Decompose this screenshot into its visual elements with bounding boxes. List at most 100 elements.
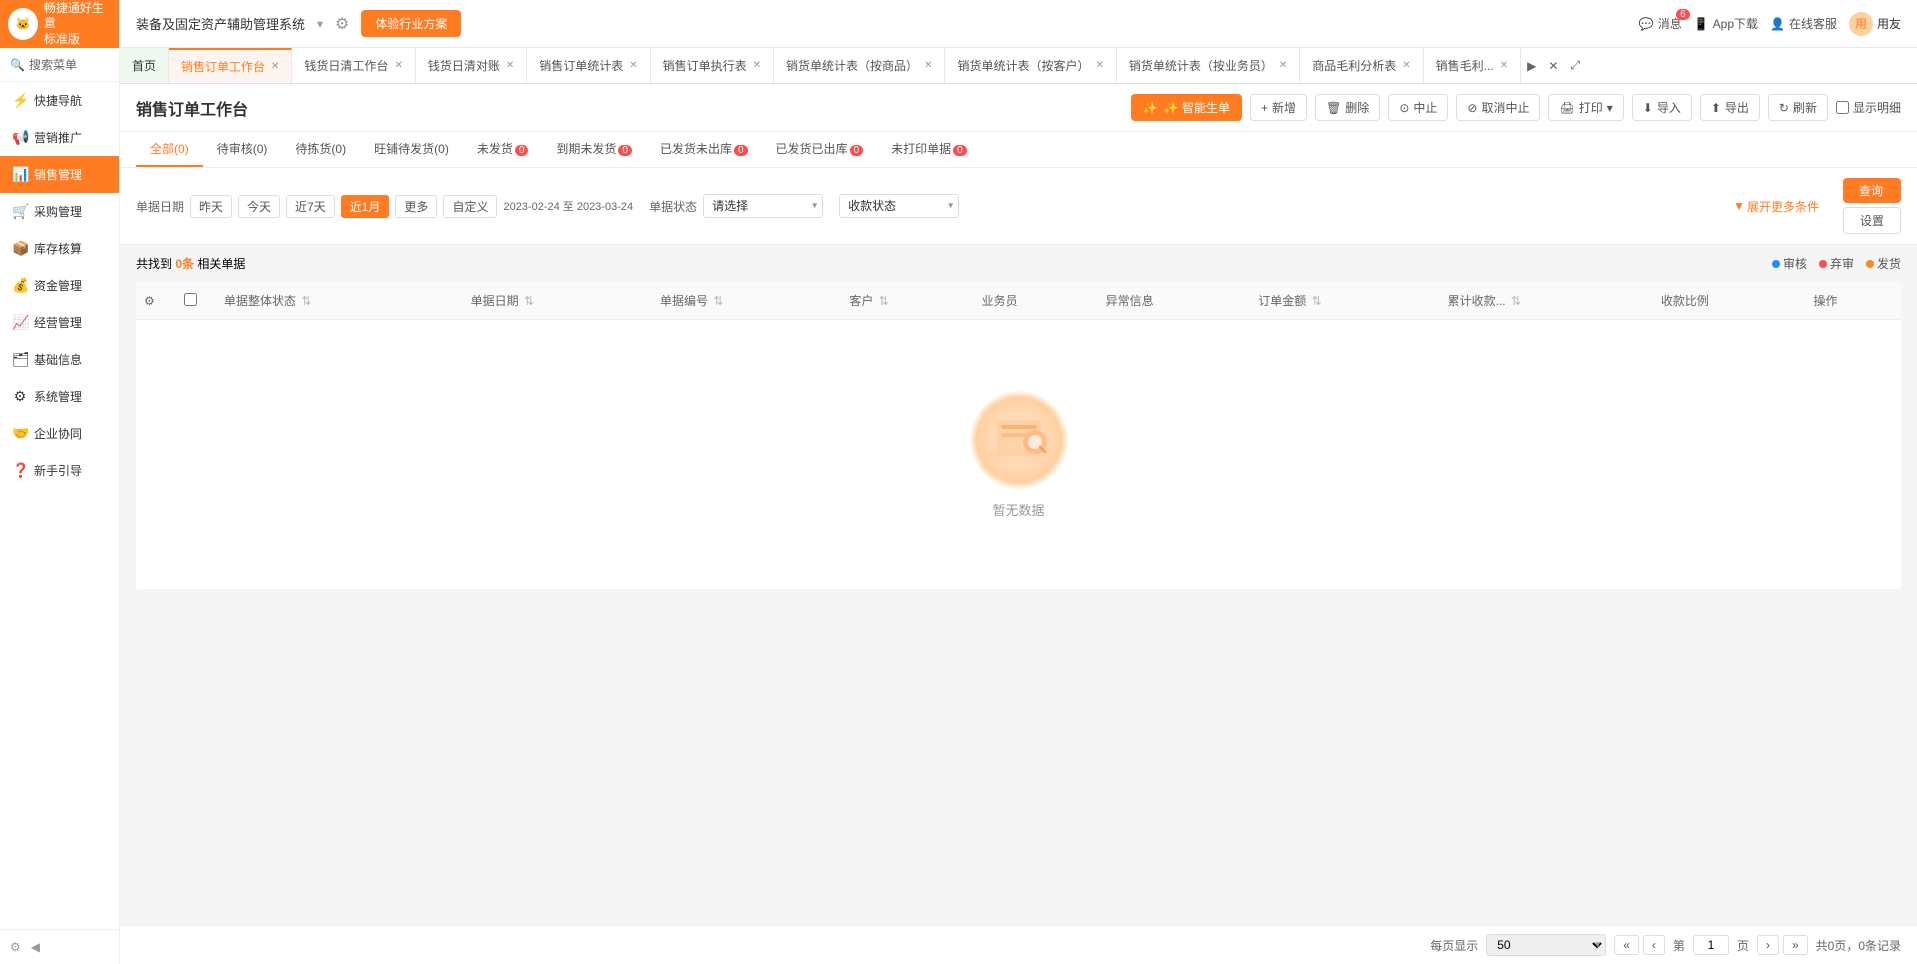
sidebar-item-enterprise[interactable]: 🤝 企业协同 — [0, 415, 119, 452]
sub-tab-not-shipped[interactable]: 未发货0 — [463, 132, 543, 167]
date-today-btn[interactable]: 今天 — [238, 195, 280, 218]
delete-button[interactable]: 🗑 删除 — [1315, 94, 1380, 121]
tab-close-sales-workbench[interactable]: ✕ — [271, 61, 279, 72]
select-all-checkbox[interactable] — [184, 293, 197, 306]
date-custom-btn[interactable]: 自定义 — [443, 195, 497, 218]
tab-gross-margin[interactable]: 商品毛利分析表 ✕ — [1300, 48, 1423, 84]
user-menu[interactable]: 用 用友 — [1849, 12, 1901, 36]
import-button[interactable]: ⬇ 导入 — [1632, 94, 1692, 121]
tab-close-cash-daily[interactable]: ✕ — [394, 60, 402, 71]
sidebar-item-marketing[interactable]: 📢 营销推广 — [0, 119, 119, 156]
th-customer[interactable]: 客户 ⇅ — [841, 282, 973, 320]
last-page-button[interactable]: » — [1783, 935, 1808, 955]
export-button[interactable]: ⬆ 导出 — [1700, 94, 1760, 121]
sidebar-item-guide[interactable]: ❓ 新手引导 — [0, 452, 119, 489]
settings-bottom-icon[interactable]: ⚙ — [10, 940, 21, 954]
tab-close-sales-product[interactable]: ✕ — [924, 60, 932, 71]
th-date[interactable]: 单据日期 ⇅ — [463, 282, 652, 320]
th-exception[interactable]: 异常信息 — [1098, 282, 1251, 320]
sub-tab-pending-inspect[interactable]: 待拣货(0) — [281, 132, 360, 167]
tabs-expand[interactable]: ⤢ — [1564, 58, 1586, 73]
sidebar-item-finance[interactable]: 💰 资金管理 — [0, 267, 119, 304]
query-button[interactable]: 查询 — [1843, 178, 1901, 203]
refresh-button[interactable]: ↻ 刷新 — [1768, 94, 1828, 121]
sub-tab-not-printed[interactable]: 未打印单据0 — [877, 132, 981, 167]
sidebar-item-base[interactable]: 🗂 基础信息 — [0, 341, 119, 378]
tab-home[interactable]: 首页 — [120, 48, 169, 84]
sub-tab-shipped-out[interactable]: 已发货已出库0 — [762, 132, 878, 167]
tab-sales-staff[interactable]: 销货单统计表（按业务员） ✕ — [1117, 48, 1300, 84]
sub-tab-all[interactable]: 全部(0) — [136, 132, 203, 167]
tab-sales-more[interactable]: 销售毛利... ✕ — [1424, 48, 1521, 84]
tab-close-sales-customer[interactable]: ✕ — [1095, 60, 1103, 71]
tabs-close-all[interactable]: ✕ — [1542, 59, 1564, 73]
sub-tab-pending-review[interactable]: 待审核(0) — [203, 132, 282, 167]
sort-received-icon: ⇅ — [1511, 294, 1521, 308]
tab-close-sales-more[interactable]: ✕ — [1500, 60, 1508, 71]
show-detail-checkbox[interactable] — [1836, 101, 1849, 114]
status-select[interactable]: 请选择 — [703, 194, 823, 218]
filter-expand-btn[interactable]: ▼ 展开更多条件 — [1733, 198, 1819, 215]
payment-select[interactable]: 收款状态 — [839, 194, 959, 218]
tab-sales-stats[interactable]: 销售订单统计表 ✕ — [527, 48, 650, 84]
date-yesterday-btn[interactable]: 昨天 — [190, 195, 232, 218]
th-settings[interactable]: ⚙ — [136, 282, 176, 320]
tab-cash-reconcile[interactable]: 钱货日清对账 ✕ — [416, 48, 527, 84]
online-service-item[interactable]: 👤 在线客服 — [1770, 15, 1837, 32]
tab-sales-product[interactable]: 销货单统计表（按商品） ✕ — [774, 48, 945, 84]
prev-page-button[interactable]: ‹ — [1643, 935, 1665, 955]
date-more-btn[interactable]: 更多 — [395, 195, 437, 218]
sidebar-item-sales[interactable]: 📊 销售管理 — [0, 156, 119, 193]
th-ratio[interactable]: 收款比例 — [1653, 282, 1806, 320]
sub-tab-overdue-ship[interactable]: 到期未发货0 — [542, 132, 646, 167]
topbar-settings-icon[interactable]: ⚙ — [335, 14, 349, 34]
tab-close-gross-margin[interactable]: ✕ — [1402, 60, 1410, 71]
tab-close-sales-stats[interactable]: ✕ — [629, 60, 637, 71]
topbar-dropdown-icon[interactable]: ▾ — [317, 17, 323, 31]
page-size-select[interactable]: 10 20 50 100 — [1486, 934, 1606, 956]
sub-tab-wangpu-ship[interactable]: 旺铺待发货(0) — [360, 132, 463, 167]
tabs-nav-more[interactable]: ▶ — [1521, 59, 1542, 73]
tab-close-sales-staff[interactable]: ✕ — [1279, 60, 1287, 71]
th-amount[interactable]: 订单金额 ⇅ — [1250, 282, 1439, 320]
sidebar-item-system[interactable]: ⚙ 系统管理 — [0, 378, 119, 415]
tab-close-sales-exec[interactable]: ✕ — [753, 60, 761, 71]
app-download-item[interactable]: 📱 App下载 — [1694, 15, 1758, 32]
empty-state: 暂无数据 — [144, 330, 1893, 579]
tab-sales-workbench[interactable]: 销售订单工作台 ✕ — [169, 48, 292, 84]
filter-settings-button[interactable]: 设置 — [1843, 207, 1901, 234]
th-checkbox[interactable] — [176, 282, 216, 320]
sub-tab-shipped-not-out[interactable]: 已发货未出库0 — [646, 132, 762, 167]
th-number[interactable]: 单据编号 ⇅ — [652, 282, 841, 320]
print-button[interactable]: 🖨 打印 ▾ — [1548, 94, 1623, 121]
date-1month-btn[interactable]: 近1月 — [341, 195, 390, 218]
sidebar-item-quick-nav[interactable]: ⚡ 快捷导航 — [0, 82, 119, 119]
tab-close-cash-reconcile[interactable]: ✕ — [506, 60, 514, 71]
sidebar-item-purchase[interactable]: 🛒 采购管理 — [0, 193, 119, 230]
filter-status-item: 单据状态 请选择 — [649, 194, 823, 218]
th-received[interactable]: 累计收款... ⇅ — [1440, 282, 1653, 320]
stop-button[interactable]: ⊙ 中止 — [1388, 94, 1448, 121]
date-7days-btn[interactable]: 近7天 — [286, 195, 335, 218]
add-button[interactable]: + 新增 — [1250, 94, 1307, 121]
page-number-input[interactable] — [1693, 935, 1729, 955]
show-detail-checkbox-label[interactable]: 显示明细 — [1836, 99, 1901, 116]
cancel-stop-button[interactable]: ⊘ 取消中止 — [1456, 94, 1540, 121]
ship-action-btn[interactable]: 发货 — [1866, 255, 1901, 272]
sidebar-item-inventory[interactable]: 📦 库存核算 — [0, 230, 119, 267]
review-action-btn[interactable]: 审核 — [1772, 255, 1807, 272]
tab-sales-customer[interactable]: 销货单统计表（按客户） ✕ — [945, 48, 1116, 84]
industry-solution-button[interactable]: 体验行业方案 — [361, 10, 461, 37]
smart-gen-button[interactable]: ✨ ✨ 智能生单 — [1131, 94, 1242, 121]
first-page-button[interactable]: « — [1614, 935, 1639, 955]
cancel-review-action-btn[interactable]: 弃审 — [1819, 255, 1854, 272]
next-page-button[interactable]: › — [1757, 935, 1779, 955]
message-icon-item[interactable]: 💬 消息 6 — [1639, 15, 1682, 32]
th-staff[interactable]: 业务员 — [974, 282, 1098, 320]
sidebar-search[interactable]: 🔍 搜索菜单 — [0, 48, 119, 82]
sidebar-item-operation[interactable]: 📈 经营管理 — [0, 304, 119, 341]
tab-cash-daily[interactable]: 钱货日清工作台 ✕ — [292, 48, 415, 84]
collapse-icon[interactable]: ◀ — [31, 940, 40, 954]
tab-sales-exec[interactable]: 销售订单执行表 ✕ — [651, 48, 774, 84]
th-status[interactable]: 单据整体状态 ⇅ — [216, 282, 463, 320]
